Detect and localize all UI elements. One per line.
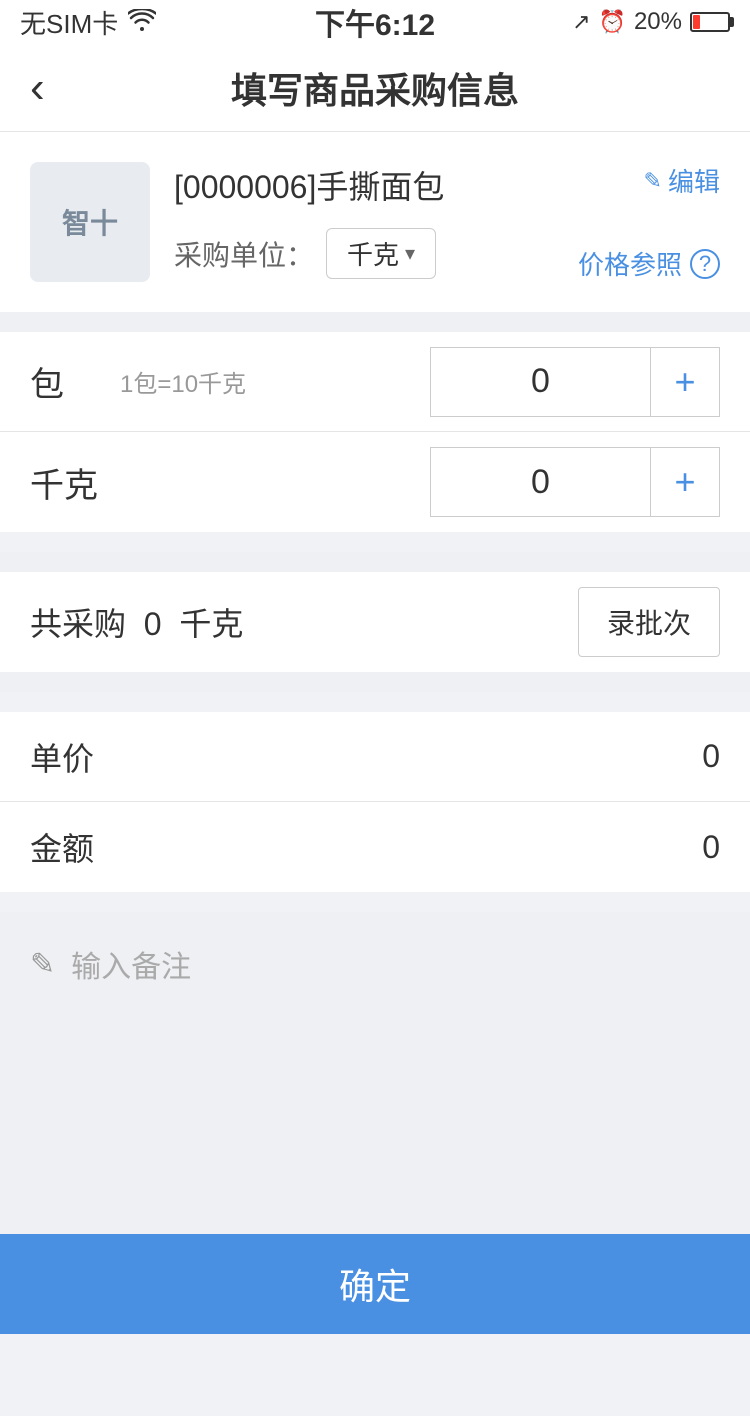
edit-icon: ✎ <box>644 168 662 194</box>
section-divider-2 <box>0 552 750 572</box>
pencil-icon: ✎ <box>30 947 55 982</box>
carrier-label: 无SIM卡 <box>20 4 118 41</box>
unit-value: 千克 <box>347 235 399 272</box>
amount-value: 0 <box>702 829 720 866</box>
input-section: 包 1包=10千克 + 千克 + <box>0 332 750 532</box>
summary-text: 共采购 0 千克 <box>30 599 243 645</box>
unit-price-label: 单价 <box>30 734 94 780</box>
nav-bar: ‹ 填写商品采购信息 <box>0 44 750 132</box>
back-button[interactable]: ‹ <box>30 63 45 113</box>
kg-label: 千克 <box>30 458 110 507</box>
bao-quantity-input[interactable] <box>430 347 650 417</box>
product-logo: 智十 <box>62 202 118 242</box>
kg-input-controls: + <box>430 447 720 517</box>
price-section: 单价 0 金额 0 <box>0 712 750 892</box>
bao-plus-button[interactable]: + <box>650 347 720 417</box>
help-icon: ? <box>690 249 720 279</box>
unit-price-row: 单价 0 <box>0 712 750 802</box>
battery-icon <box>690 12 730 32</box>
amount-row: 金额 0 <box>0 802 750 892</box>
bao-input-controls: + <box>430 347 720 417</box>
record-batch-button[interactable]: 录批次 <box>578 587 720 657</box>
page-title: 填写商品采购信息 <box>231 62 519 114</box>
section-divider-1 <box>0 312 750 332</box>
chevron-down-icon: ▾ <box>405 241 415 266</box>
location-icon: ↗ <box>572 9 590 35</box>
summary-amount: 0 <box>144 606 162 642</box>
confirm-button[interactable]: 确定 <box>0 1234 750 1334</box>
product-card: 智十 [0000006]手撕面包 采购单位： 千克 ▾ ✎ 编辑 价格参照 ? <box>0 132 750 312</box>
edit-button[interactable]: ✎ 编辑 <box>644 162 720 199</box>
price-ref-button[interactable]: 价格参照 ? <box>578 245 720 282</box>
bao-input-row: 包 1包=10千克 + <box>0 332 750 432</box>
wifi-icon <box>128 7 156 38</box>
summary-prefix: 共采购 <box>30 606 126 642</box>
status-bar: 无SIM卡 下午6:12 ↗ ⏰ 20% <box>0 0 750 44</box>
unit-label: 采购单位： <box>174 234 314 274</box>
note-section[interactable]: ✎ 输入备注 <box>0 912 750 1016</box>
unit-price-value: 0 <box>702 738 720 775</box>
summary-row: 共采购 0 千克 录批次 <box>0 572 750 672</box>
unit-select-dropdown[interactable]: 千克 ▾ <box>326 228 436 279</box>
battery-pct: 20% <box>634 8 682 36</box>
kg-plus-button[interactable]: + <box>650 447 720 517</box>
amount-label: 金额 <box>30 824 94 870</box>
status-right: ↗ ⏰ 20% <box>572 8 730 36</box>
section-divider-3 <box>0 672 750 692</box>
confirm-button-label: 确定 <box>339 1258 411 1310</box>
status-left: 无SIM卡 <box>20 4 156 41</box>
product-name: [0000006]手撕面包 <box>174 162 720 208</box>
status-time: 下午6:12 <box>315 0 435 44</box>
bao-label: 包 <box>30 357 110 406</box>
alarm-icon: ⏰ <box>599 9 626 35</box>
product-image: 智十 <box>30 162 150 282</box>
bao-sublabel: 1包=10千克 <box>120 364 430 399</box>
kg-input-row: 千克 + <box>0 432 750 532</box>
main-content: 智十 [0000006]手撕面包 采购单位： 千克 ▾ ✎ 编辑 价格参照 ? … <box>0 132 750 1416</box>
summary-suffix: 千克 <box>179 606 243 642</box>
summary-section: 共采购 0 千克 录批次 <box>0 552 750 692</box>
note-placeholder: 输入备注 <box>71 942 191 986</box>
price-ref-label: 价格参照 <box>578 245 682 282</box>
kg-quantity-input[interactable] <box>430 447 650 517</box>
